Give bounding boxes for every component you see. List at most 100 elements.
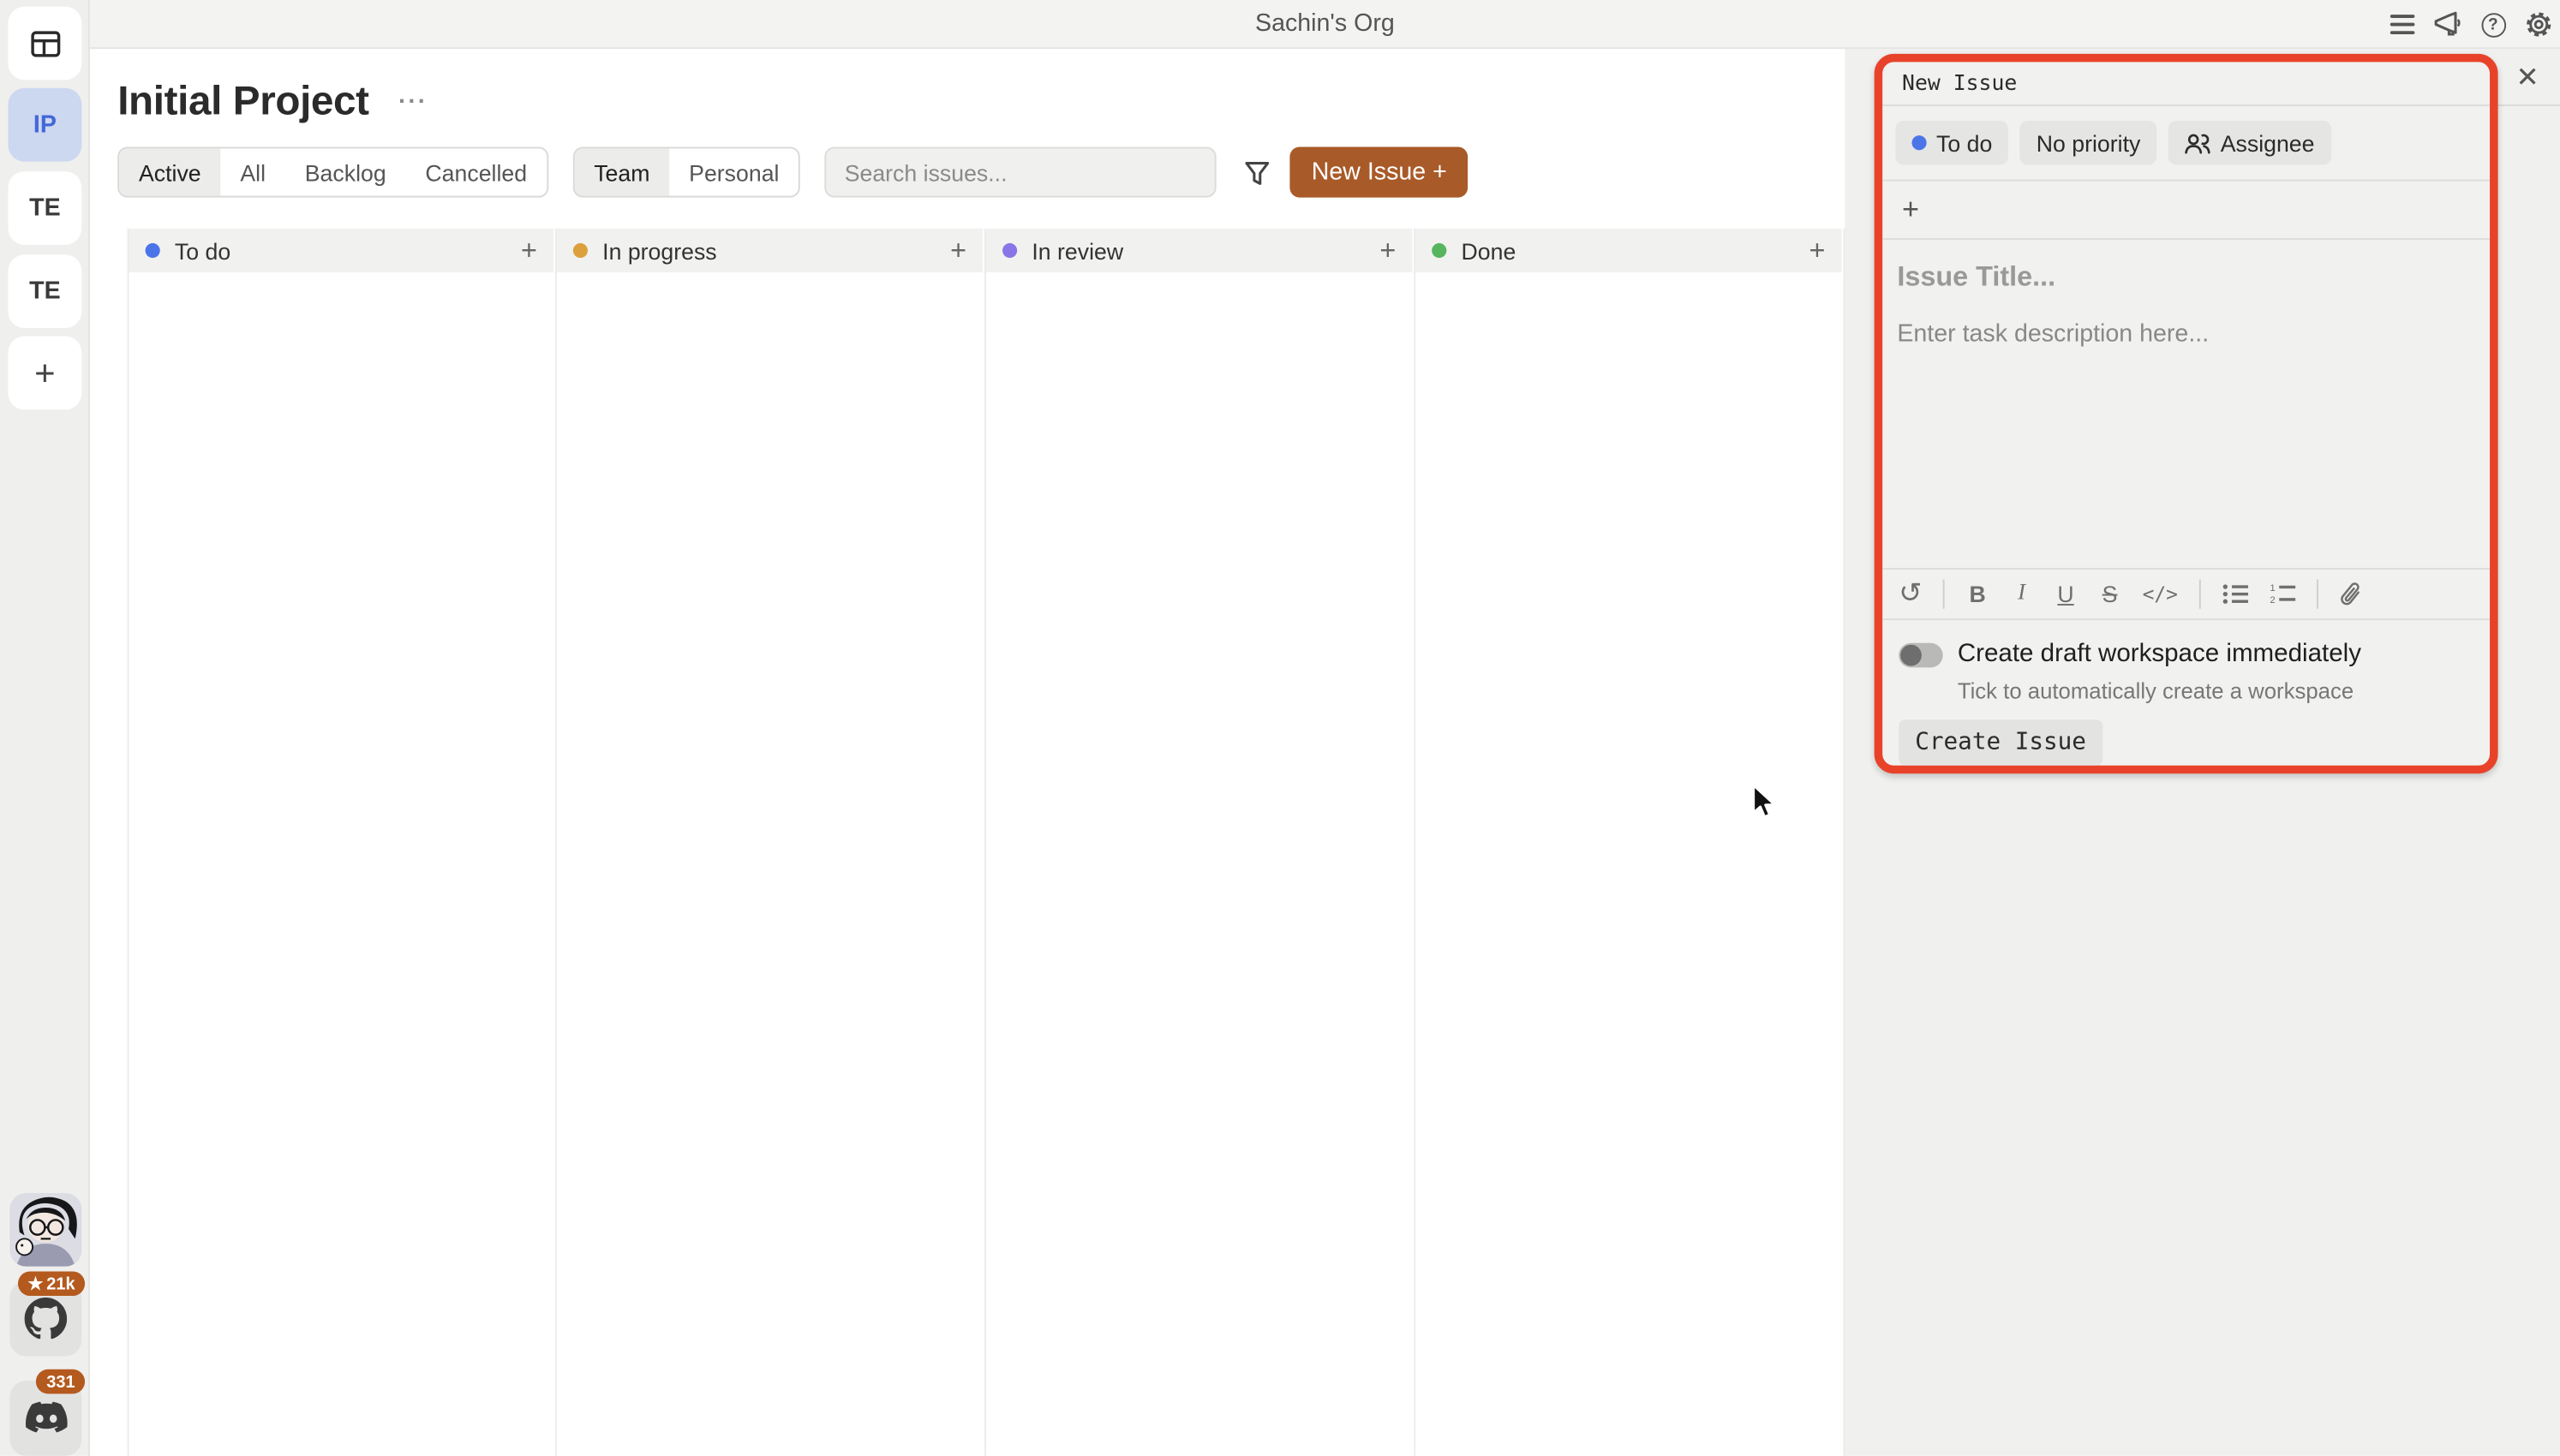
filter-tab-personal[interactable]: Personal [669,148,799,195]
undo-button[interactable]: ↺ [1899,578,1922,611]
status-filter-group: Active All Backlog Cancelled [117,147,548,198]
add-property-row: + [1882,182,2490,241]
draft-workspace-toggle[interactable] [1899,642,1942,667]
settings-button[interactable] [2524,9,2553,39]
priority-chip-label: No priority [2037,129,2141,155]
svg-text:1: 1 [2270,583,2275,594]
priority-chip[interactable]: No priority [2020,121,2157,164]
gear-icon [2524,9,2553,39]
help-button[interactable]: ? [2479,9,2508,39]
filter-tab-team[interactable]: Team [574,148,669,195]
board-controls: Active All Backlog Cancelled Team Person… [117,147,1468,198]
funnel-icon [1243,158,1272,187]
column-dropzone[interactable] [129,272,555,1456]
github-icon [25,1298,68,1340]
add-issue-icon[interactable]: + [1809,234,1826,266]
column-in-progress: In progress + [557,229,986,1456]
panel-title: New Issue [1882,62,2490,105]
divider [1943,579,1945,608]
menu-button[interactable] [2387,9,2416,39]
filter-tab-cancelled[interactable]: Cancelled [406,148,547,195]
code-button[interactable]: </> [2143,582,2178,606]
add-issue-icon[interactable]: + [521,234,537,266]
workspace-sidebar: IP TE TE + [0,0,90,1456]
editor-toolbar: ↺ B I U S </> 1 [1882,568,2490,620]
layout-panel-icon [27,26,63,62]
column-dropzone[interactable] [1415,272,1843,1456]
search-input[interactable]: Search issues... [825,147,1217,198]
add-issue-icon[interactable]: + [950,234,966,266]
toggle-knob [1900,644,1922,665]
column-dropzone[interactable] [986,272,1414,1456]
column-title: In review [1032,237,1365,263]
toggle-hint: Tick to automatically create a workspace [1882,669,2490,703]
column-title: Done [1462,237,1795,263]
attachment-button[interactable] [2340,581,2363,606]
filter-tab-all[interactable]: All [220,148,284,195]
status-dot [146,243,160,258]
status-dot [1002,243,1017,258]
close-panel-button[interactable]: ✕ [2516,63,2539,91]
issue-property-chips: To do No priority Assignee [1882,106,2490,182]
divider [2495,104,2560,106]
user-avatar[interactable] [9,1193,81,1267]
mouse-cursor [1747,782,1779,825]
status-dot [573,243,588,258]
project-header: Initial Project ··· [117,78,428,125]
right-panel-region: ✕ New Issue To do No priority [1845,49,2560,1456]
column-header: To do + [129,229,553,272]
column-header: In review + [986,229,1412,272]
project-initials: IP [33,111,57,139]
org-title: Sachin's Org [90,9,2560,37]
toggle-label: Create draft workspace immediately [1958,640,2361,669]
paperclip-icon [2340,581,2363,606]
github-star-count: 21k [46,1274,75,1293]
sidebar-item-initial-project[interactable]: IP [9,88,82,162]
add-property-button[interactable]: + [1902,193,1919,227]
column-header: In progress + [557,229,983,272]
assignee-chip[interactable]: Assignee [2168,121,2331,164]
announcements-button[interactable] [2432,9,2461,39]
project-title: Initial Project [117,78,368,125]
filter-button[interactable] [1243,158,1272,187]
workspace-switcher-button[interactable] [9,7,82,81]
status-dot [1911,135,1926,150]
divider [2317,579,2318,608]
filter-tab-backlog[interactable]: Backlog [285,148,406,195]
app-topbar: Sachin's Org ? [90,0,2560,49]
filter-tab-active[interactable]: Active [119,148,220,195]
project-menu-button[interactable]: ··· [398,88,428,116]
italic-button[interactable]: I [2010,581,2033,606]
discord-icon [24,1400,68,1436]
bold-button[interactable]: B [1966,581,1989,606]
strikethrough-button[interactable]: S [2098,581,2121,606]
create-issue-button[interactable]: Create Issue [1899,719,2102,765]
numbered-list-button[interactable]: 1 2 [2270,582,2295,606]
status-chip[interactable]: To do [1895,121,2008,164]
add-issue-icon[interactable]: + [1379,234,1396,266]
svg-text:2: 2 [2270,595,2275,606]
add-workspace-button[interactable]: + [9,337,82,410]
discord-count-badge: 331 [37,1369,85,1394]
sidebar-item-team-2[interactable]: TE [9,254,82,328]
numbered-list-icon: 1 2 [2270,582,2295,606]
sidebar-item-team-1[interactable]: TE [9,171,82,245]
column-todo: To do + [128,229,557,1456]
project-board: Initial Project ··· Active All Backlog C… [90,49,1845,1456]
submit-row: Create Issue [1882,703,2490,765]
team-initials: TE [29,277,61,305]
underline-button[interactable]: U [2055,581,2078,606]
column-header: Done + [1415,229,1841,272]
assignee-chip-label: Assignee [2221,129,2315,155]
new-issue-button[interactable]: New Issue + [1290,147,1468,198]
issue-description-input[interactable]: Enter task description here... [1882,294,2490,568]
bullet-list-button[interactable] [2222,582,2247,606]
column-dropzone[interactable] [557,272,984,1456]
issue-title-input[interactable]: Issue Title... [1882,240,2490,294]
status-chip-label: To do [1936,129,1992,155]
discord-member-count: 331 [46,1372,75,1392]
column-title: To do [175,237,506,263]
issue-description-placeholder: Enter task description here... [1897,319,2209,347]
github-stars-badge: ★ 21k [18,1271,85,1296]
plus-icon: + [34,352,56,395]
